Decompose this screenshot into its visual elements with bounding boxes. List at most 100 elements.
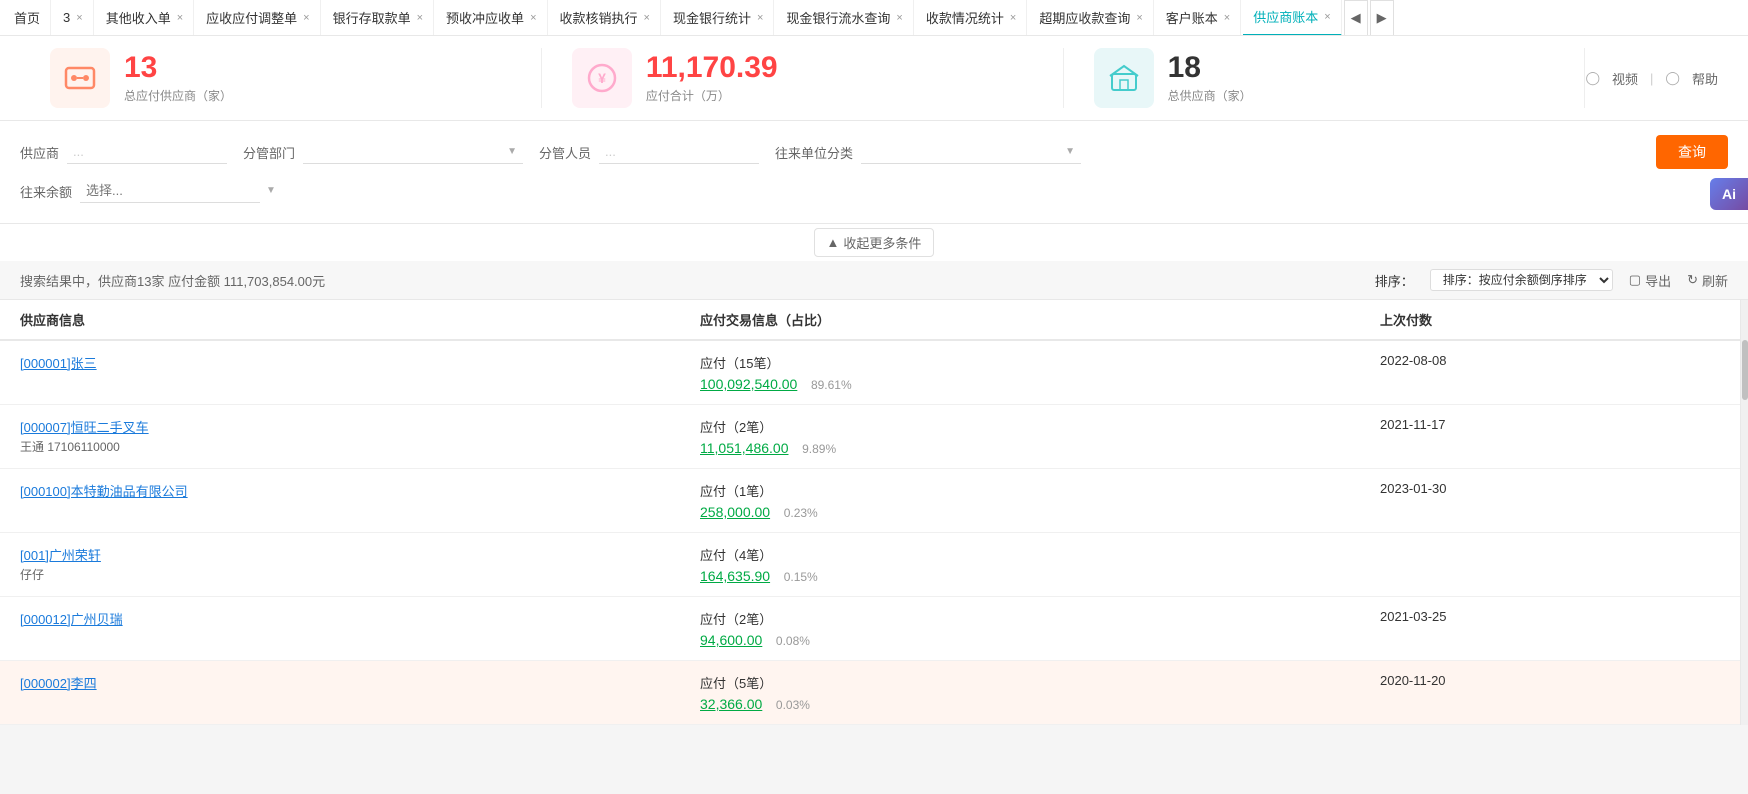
category-filter-input[interactable] xyxy=(867,144,1061,159)
supplier-link-000002[interactable]: [000002]李四 xyxy=(20,676,97,691)
scrollbar-thumb[interactable] xyxy=(1742,340,1748,400)
search-button[interactable]: 查询 xyxy=(1656,135,1728,169)
amount-value-link-1[interactable]: 11,051,486.00 xyxy=(700,440,789,456)
close-icon[interactable]: × xyxy=(757,12,763,24)
close-icon[interactable]: × xyxy=(417,12,423,24)
amount-value-link-0[interactable]: 100,092,540.00 xyxy=(700,376,797,392)
supplier-link-001[interactable]: [001]广州荣轩 xyxy=(20,548,101,563)
close-icon[interactable]: × xyxy=(644,12,650,24)
cash-flow-label: 现金银行流水查询 xyxy=(786,8,890,27)
svg-text:¥: ¥ xyxy=(598,70,606,86)
amount-percent-0: 89.61% xyxy=(811,378,852,392)
amount-percent-3: 0.15% xyxy=(784,570,818,584)
collection-stats-label: 收款情况统计 xyxy=(926,8,1004,27)
supplier-filter-label: 供应商 xyxy=(20,143,59,162)
nav-prev-arrow[interactable]: ◀ xyxy=(1344,0,1368,36)
nav-item-customer-ledger[interactable]: 客户账本 × xyxy=(1156,0,1241,36)
export-label: 导出 xyxy=(1645,271,1671,290)
nav-item-3[interactable]: 3 × xyxy=(53,0,94,36)
close-icon[interactable]: × xyxy=(530,12,536,24)
summary-card-total-suppliers: 18 总供应商（家） xyxy=(1064,48,1586,108)
export-button[interactable]: ▢ 导出 xyxy=(1629,271,1671,290)
amount-cell: 应付（5笔） 32,366.00 0.03% xyxy=(700,673,1380,712)
sort-select[interactable]: 排序：按应付余额倒序排序 xyxy=(1430,269,1613,291)
collection-label: 收款核销执行 xyxy=(560,8,638,27)
collapse-button[interactable]: ▲ 收起更多条件 xyxy=(814,228,935,257)
amount-value-link-5[interactable]: 32,366.00 xyxy=(700,696,762,712)
supplier-link-000007[interactable]: [000007]恒旺二手叉车 xyxy=(20,420,149,435)
person-filter-input[interactable] xyxy=(599,140,759,164)
close-icon[interactable]: × xyxy=(1010,12,1016,24)
dept-filter-input[interactable] xyxy=(309,144,503,159)
circle-icon: ◯ xyxy=(1585,70,1600,86)
adjustment-label: 应收应付调整单 xyxy=(206,8,297,27)
dept-filter-select[interactable]: ▼ xyxy=(303,140,523,164)
total-supplier-info: 18 总供应商（家） xyxy=(1168,53,1252,104)
balance-filter-label: 往来余额 xyxy=(20,182,72,201)
supplier-link-000012[interactable]: [000012]广州贝瑞 xyxy=(20,612,123,627)
supplier-count-number: 13 xyxy=(124,53,232,83)
supplier-sub-3: 仔仔 xyxy=(20,566,700,583)
amount-value-link-4[interactable]: 94,600.00 xyxy=(700,632,762,648)
supplier-info-cell: [000012]广州贝瑞 xyxy=(20,609,700,628)
amount-label-2: 应付（1笔） xyxy=(700,481,1380,500)
amount-cell: 应付（2笔） 11,051,486.00 9.89% xyxy=(700,417,1380,456)
supplier-filter-input[interactable] xyxy=(67,140,227,164)
supplier-link-000100[interactable]: [000100]本特勤油品有限公司 xyxy=(20,484,188,499)
supplier-info-cell: [001]广州荣轩 仔仔 xyxy=(20,545,700,583)
amount-value-link-2[interactable]: 258,000.00 xyxy=(700,504,770,520)
other-income-label: 其他收入单 xyxy=(106,8,171,27)
help-link[interactable]: 帮助 xyxy=(1692,69,1718,88)
sort-label: 排序： xyxy=(1375,271,1414,290)
refresh-icon: ↻ xyxy=(1687,272,1698,288)
nav-item-overdue[interactable]: 超期应收款查询 × xyxy=(1029,0,1153,36)
close-icon[interactable]: × xyxy=(177,12,183,24)
results-summary: 搜索结果中，供应商13家 应付金额 111,703,854.00元 xyxy=(20,271,325,290)
col-header-lastpay: 上次付数 xyxy=(1380,310,1720,329)
store-icon xyxy=(1094,48,1154,108)
refresh-button[interactable]: ↻ 刷新 xyxy=(1687,271,1728,290)
amount-label: 应付合计（万） xyxy=(646,87,778,104)
nav-item-other-income[interactable]: 其他收入单 × xyxy=(96,0,194,36)
nav-item-prepay[interactable]: 预收冲应收单 × xyxy=(436,0,547,36)
circle-icon2: ◯ xyxy=(1665,70,1680,86)
nav-item-collection[interactable]: 收款核销执行 × xyxy=(550,0,661,36)
scrollbar-track xyxy=(1740,300,1748,725)
video-link[interactable]: 视频 xyxy=(1612,69,1638,88)
nav-item-cash-flow[interactable]: 现金银行流水查询 × xyxy=(776,0,913,36)
amount-number: 11,170.39 xyxy=(646,53,778,83)
close-icon[interactable]: × xyxy=(1224,12,1230,24)
balance-filter-select[interactable]: ▼ xyxy=(80,179,260,203)
amount-info: 11,170.39 应付合计（万） xyxy=(646,53,778,104)
chevron-down-icon3: ▼ xyxy=(266,185,276,196)
nav-item-supplier-ledger[interactable]: 供应商账本 × xyxy=(1243,0,1341,36)
amount-cell: 应付（1笔） 258,000.00 0.23% xyxy=(700,481,1380,520)
category-filter-select[interactable]: ▼ xyxy=(861,140,1081,164)
close-icon[interactable]: × xyxy=(76,12,82,24)
nav-item-cash-stats[interactable]: 现金银行统计 × xyxy=(663,0,774,36)
table-row: [001]广州荣轩 仔仔 应付（4笔） 164,635.90 0.15% xyxy=(0,533,1740,597)
close-icon[interactable]: × xyxy=(1324,11,1330,23)
amount-value-link-3[interactable]: 164,635.90 xyxy=(700,568,770,584)
close-icon[interactable]: × xyxy=(1136,12,1142,24)
nav-item-collection-stats[interactable]: 收款情况统计 × xyxy=(916,0,1027,36)
summary-card-amount: ¥ 11,170.39 应付合计（万） xyxy=(542,48,1064,108)
balance-filter-input[interactable] xyxy=(86,183,262,198)
nav-item-home[interactable]: 首页 xyxy=(4,0,51,36)
table-area: 供应商信息 应付交易信息（占比） 上次付数 [000001]张三 应付（15笔）… xyxy=(0,300,1740,725)
nav-next-arrow[interactable]: ▶ xyxy=(1370,0,1394,36)
nav-item-adjustment[interactable]: 应收应付调整单 × xyxy=(196,0,320,36)
summary-card-suppliers: 13 总应付供应商（家） xyxy=(20,48,542,108)
amount-label-5: 应付（5笔） xyxy=(700,673,1380,692)
table-row: [000100]本特勤油品有限公司 应付（1笔） 258,000.00 0.23… xyxy=(0,469,1740,533)
supplier-link-000001[interactable]: [000001]张三 xyxy=(20,356,97,371)
amount-cell: 应付（2笔） 94,600.00 0.08% xyxy=(700,609,1380,648)
close-icon[interactable]: × xyxy=(896,12,902,24)
supplier-sub-1: 王通 17106110000 xyxy=(20,438,700,455)
filter-dept: 分管部门 ▼ xyxy=(243,140,523,164)
close-icon[interactable]: × xyxy=(303,12,309,24)
amount-label-4: 应付（2笔） xyxy=(700,609,1380,628)
collapse-up-icon: ▲ xyxy=(827,235,840,250)
ai-badge[interactable]: Ai xyxy=(1710,178,1748,210)
nav-item-bank[interactable]: 银行存取款单 × xyxy=(323,0,434,36)
